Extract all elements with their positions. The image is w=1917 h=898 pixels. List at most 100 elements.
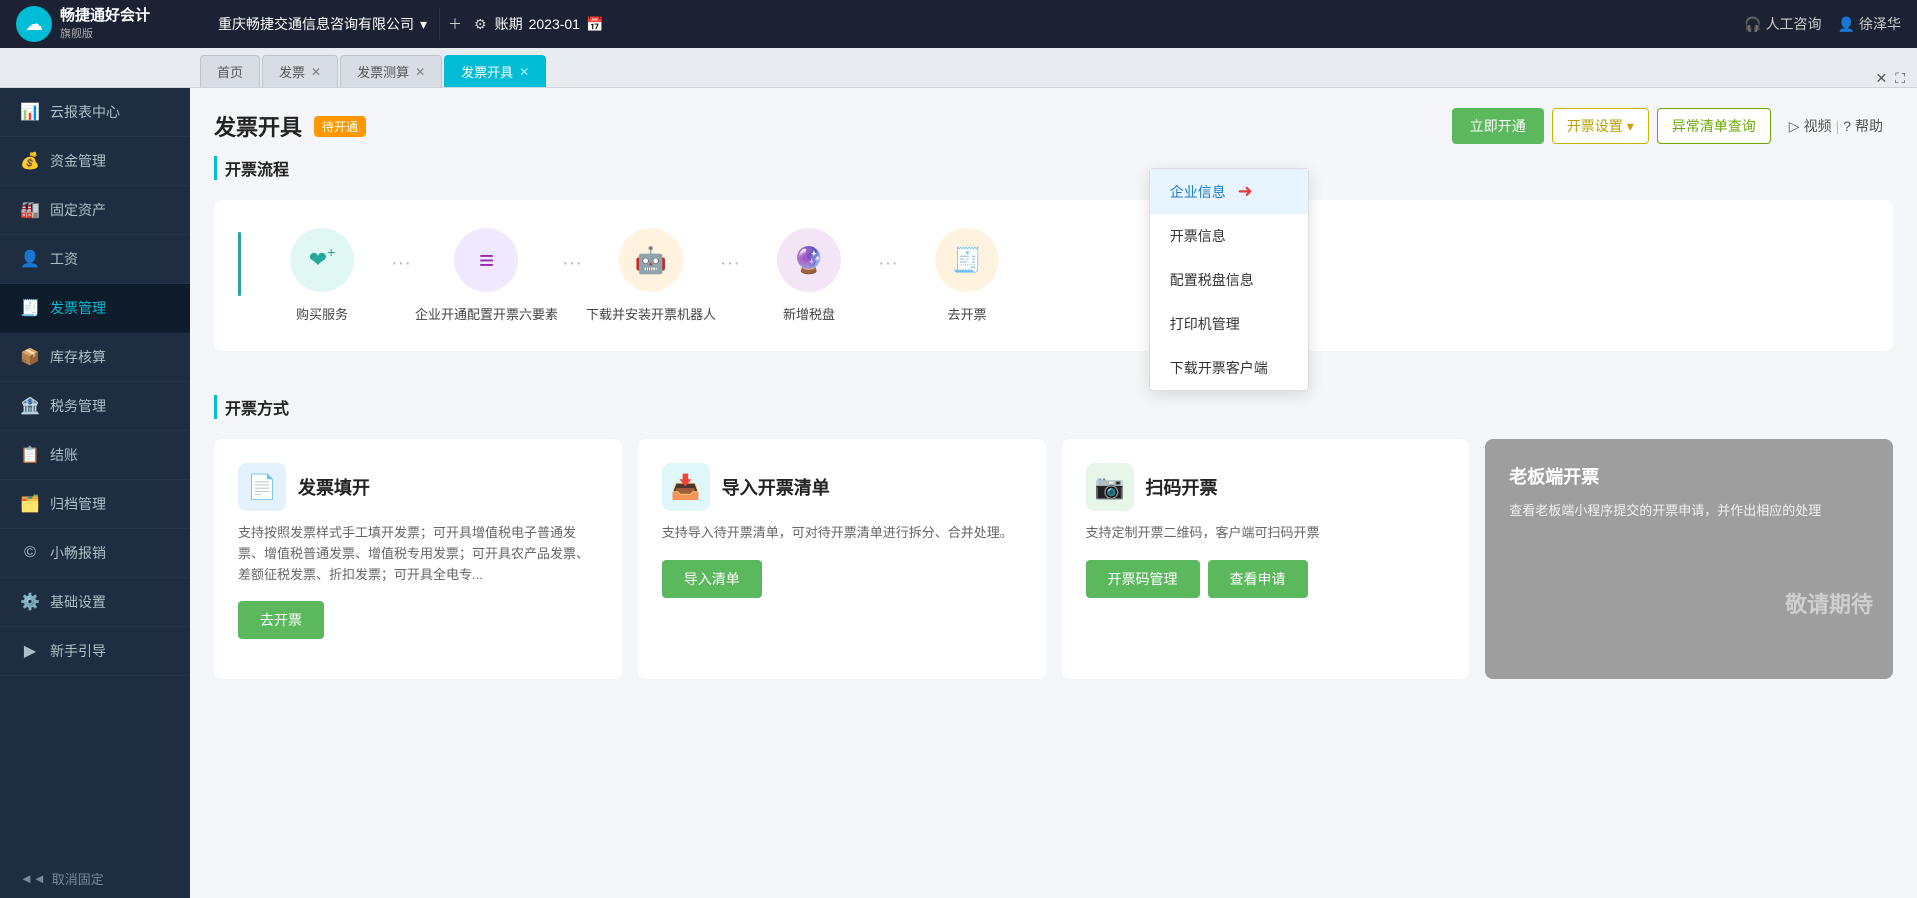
video-button[interactable]: ▷ 视频 | ? 帮助 [1779,109,1893,143]
methods-section-title: 开票方式 [214,395,1893,419]
red-arrow-icon: ➜ [1238,181,1253,202]
methods-grid: 📄 发票填开 支持按照发票样式手工填开发票；可开具增值税电子普通发票、增值税普通… [214,439,1893,679]
sidebar-item-jiezhang[interactable]: 📋 结账 [0,431,190,480]
header-actions: 立即开通 开票设置 ▾ 企业信息 ➜ 开票信息 [1452,108,1893,144]
user-area[interactable]: 👤 徐泽华 [1838,14,1901,34]
method-boss-watermark: 敬请期待 [1785,587,1873,619]
close-all-icon[interactable]: ✕ [1875,70,1887,87]
method-fill-title: 发票填开 [298,474,370,500]
process-step-1: ❤+ 购买服务 [257,228,387,323]
step2-label: 企业开通配置开票六要素 [415,304,558,323]
method-import-title: 导入开票清单 [722,474,830,500]
sidebar-bottom[interactable]: ◄◄ 取消固定 [0,859,190,898]
method-import-button[interactable]: 导入清单 [662,560,762,598]
settings-button[interactable]: 开票设置 ▾ [1552,108,1649,144]
sidebar-item-shuiwu[interactable]: 🏦 税务管理 [0,382,190,431]
expand-icon[interactable]: ⛶ [1895,70,1905,87]
calendar-icon[interactable]: 📅 [586,16,603,33]
process-step-5: 🧾 去开票 [902,228,1032,323]
methods-section: 开票方式 📄 发票填开 支持按照发票样式手工填开发票；可开具增值税电子普通发票、… [190,395,1917,699]
chevron-down-icon: ▾ [1627,118,1634,135]
headset-icon: 🎧 [1744,16,1761,33]
process-section-title: 开票流程 [214,156,1893,180]
tab-invoice-calc-close[interactable]: ✕ [415,65,425,79]
company-selector[interactable]: 重庆畅捷交通信息咨询有限公司 ▾ [206,8,440,40]
tab-invoice-open[interactable]: 发票开具 ✕ [444,55,546,87]
method-card-scan: 📷 扫码开票 支持定制开票二维码，客户端可扫码开票 开票码管理 查看申请 [1062,439,1470,679]
method-import-desc: 支持导入待开票清单，可对待开票清单进行拆分、合并处理。 [662,523,1022,544]
sidebar-item-yunbao[interactable]: 📊 云报表中心 [0,88,190,137]
unpin-icon: ◄◄ [20,871,46,886]
sidebar-item-gongzi[interactable]: 👤 工资 [0,235,190,284]
method-scan-qr-button[interactable]: 开票码管理 [1086,560,1200,598]
method-fill-desc: 支持按照发票样式手工填开发票；可开具增值税电子普通发票、增值税普通发票、增值税专… [238,523,598,585]
dropdown-item-company-info[interactable]: 企业信息 ➜ [1150,169,1308,214]
logo-sub: 旗舰版 [60,25,150,41]
sidebar-item-gongzi-label: 工资 [50,249,78,269]
dropdown-item-tax-config[interactable]: 配置税盘信息 [1150,258,1308,302]
tab-home[interactable]: 首页 [200,55,260,87]
top-actions: ＋ ⚙ [448,14,487,34]
process-step-2: ≡ 企业开通配置开票六要素 [415,228,558,323]
dropdown-item-printer[interactable]: 打印机管理 [1150,302,1308,346]
sidebar-item-zijin[interactable]: 💰 资金管理 [0,137,190,186]
sidebar-item-guidang-label: 归档管理 [50,494,106,514]
settings-dropdown-menu: 企业信息 ➜ 开票信息 配置税盘信息 打印机管理 下 [1149,168,1309,391]
sidebar-item-jichushezhi[interactable]: ⚙️ 基础设置 [0,578,190,627]
tab-invoice[interactable]: 发票 ✕ [262,55,338,87]
kucun-icon: 📦 [20,347,40,367]
settings-dropdown-wrapper: 开票设置 ▾ 企业信息 ➜ 开票信息 配置税盘信息 [1552,108,1649,144]
sidebar-item-shuiwu-label: 税务管理 [50,396,106,416]
support-button[interactable]: 🎧 人工咨询 [1744,14,1821,34]
top-right: 🎧 人工咨询 👤 徐泽华 [1744,14,1901,34]
sidebar-item-guding-label: 固定资产 [50,200,106,220]
step5-label: 去开票 [947,304,986,323]
sidebar-item-guidang[interactable]: 🗂️ 归档管理 [0,480,190,529]
method-card-boss: 老板端开票 查看老板端小程序提交的开票申请，并作出相应的处理 敬请期待 [1485,439,1893,679]
sidebar-item-fapiao-label: 发票管理 [50,298,106,318]
sidebar-item-fapiao[interactable]: 🧾 发票管理 [0,284,190,333]
page-header: 发票开具 待开通 立即开通 开票设置 ▾ 企业信息 ➜ [190,88,1917,156]
logo-area: ☁ 畅捷通好会计 旗舰版 [16,6,206,42]
fapiao-icon: 🧾 [20,298,40,318]
tab-invoice-calc-label: 发票测算 [357,62,409,81]
method-fill-icon: 📄 [238,463,286,511]
sidebar-item-kucun[interactable]: 📦 库存核算 [0,333,190,382]
tab-home-label: 首页 [217,62,243,81]
sidebar-item-xinshou-label: 新手引导 [50,641,106,661]
method-fill-header: 📄 发票填开 [238,463,598,511]
sidebar-bottom-label: 取消固定 [52,869,104,888]
logo-text: 畅捷通好会计 [60,7,150,25]
tab-close-right: ✕ ⛶ [1875,70,1917,87]
dropdown-item-invoice-info[interactable]: 开票信息 [1150,214,1308,258]
method-scan-icon: 📷 [1086,463,1134,511]
method-card-import: 📥 导入开票清单 支持导入待开票清单，可对待开票清单进行拆分、合并处理。 导入清… [638,439,1046,679]
settings-icon[interactable]: ⚙ [474,16,487,33]
sidebar-item-xinshou[interactable]: ▶ 新手引导 [0,627,190,676]
anomaly-button[interactable]: 异常清单查询 [1657,108,1771,144]
process-step-3: 🤖 下载并安装开票机器人 [586,228,716,323]
sidebar-item-guding[interactable]: 🏭 固定资产 [0,186,190,235]
process-step-4: 🔮 新增税盘 [744,228,874,323]
status-badge: 待开通 [314,116,366,137]
content-area: 发票开具 待开通 立即开通 开票设置 ▾ 企业信息 ➜ [190,88,1917,898]
process-section: 开票流程 ❤+ 购买服务 ··· ≡ 企业开通配置开票六要素 ··· 🤖 下载并… [190,156,1917,395]
dropdown-item-download-client[interactable]: 下载开票客户端 [1150,346,1308,390]
method-scan-desc: 支持定制开票二维码，客户端可扫码开票 [1086,523,1446,544]
period-value: 2023-01 [529,16,580,32]
avatar-icon: 👤 [1838,16,1855,33]
top-bar: ☁ 畅捷通好会计 旗舰版 重庆畅捷交通信息咨询有限公司 ▾ ＋ ⚙ 账期 202… [0,0,1917,48]
method-fill-button[interactable]: 去开票 [238,601,324,639]
add-button[interactable]: ＋ [448,14,462,34]
method-scan-apply-button[interactable]: 查看申请 [1208,560,1308,598]
method-boss-desc: 查看老板端小程序提交的开票申请，并作出相应的处理 [1509,501,1869,522]
tab-invoice-close[interactable]: ✕ [311,65,321,79]
yunbao-icon: 📊 [20,102,40,122]
activate-button[interactable]: 立即开通 [1452,108,1544,144]
sidebar-item-xiaochang[interactable]: © 小畅报销 [0,529,190,578]
step1-icon: ❤+ [290,228,354,292]
tab-invoice-open-close[interactable]: ✕ [519,65,529,79]
tab-invoice-calc[interactable]: 发票测算 ✕ [340,55,442,87]
sidebar-item-jichushezhi-label: 基础设置 [50,592,106,612]
period-info: 账期 2023-01 📅 [495,14,604,34]
